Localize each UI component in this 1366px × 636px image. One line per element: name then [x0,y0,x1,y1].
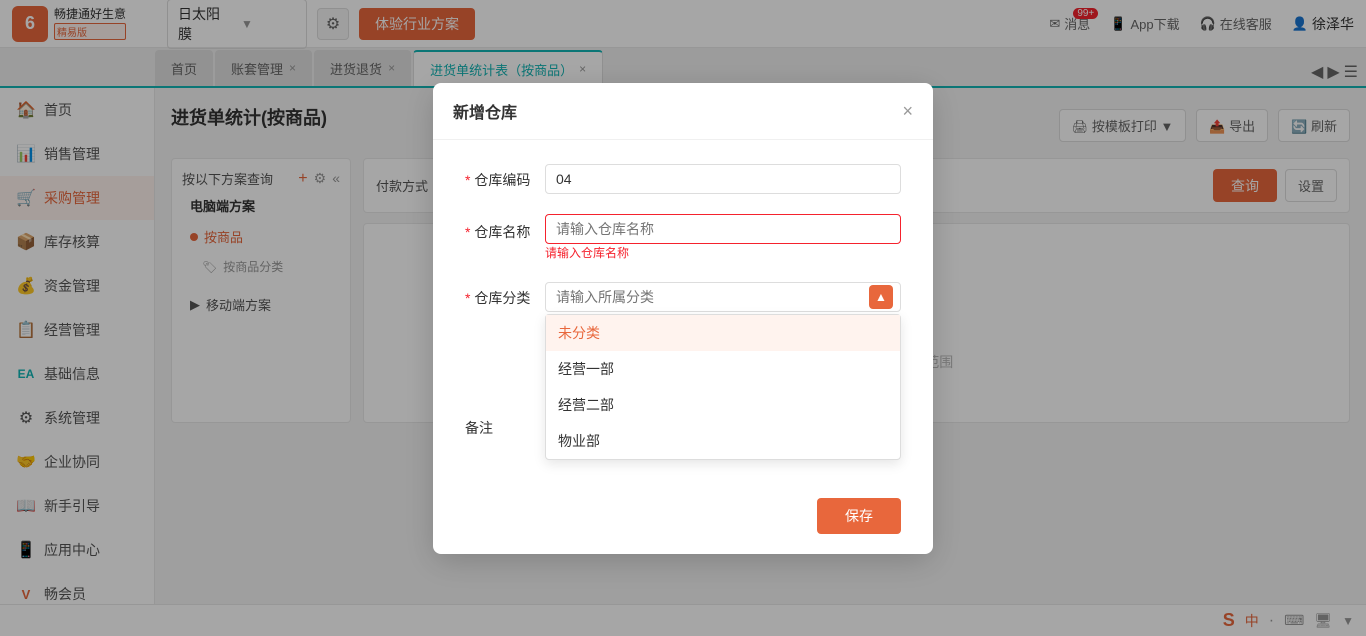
modal-footer: 保存 [433,486,933,554]
dropdown-item-3[interactable]: 物业部 [546,423,900,459]
modal-body: 仓库编码 仓库名称 请输入仓库名称 仓库分类 ▲ [433,140,933,486]
modal-overlay[interactable]: 新增仓库 × 仓库编码 仓库名称 请输入仓库名称 仓库分类 [0,0,1366,636]
name-input[interactable] [545,214,901,244]
dropdown-item-1[interactable]: 经营一部 [546,351,900,387]
category-label: 仓库分类 [465,282,545,308]
save-button[interactable]: 保存 [817,498,901,534]
category-arrow-btn[interactable]: ▲ [869,285,893,309]
note-label: 备注 [465,412,545,438]
code-field-row: 仓库编码 [465,164,901,194]
name-field-row: 仓库名称 请输入仓库名称 [465,214,901,262]
category-field-row: 仓库分类 ▲ 未分类 经营一部 经营二部 物业部 [465,282,901,312]
modal-header: 新增仓库 × [433,83,933,140]
modal-title: 新增仓库 [453,99,517,123]
new-warehouse-modal: 新增仓库 × 仓库编码 仓库名称 请输入仓库名称 仓库分类 [433,83,933,554]
category-select-wrap: ▲ 未分类 经营一部 经营二部 物业部 [545,282,901,312]
code-label: 仓库编码 [465,164,545,190]
name-label: 仓库名称 [465,216,545,242]
arrow-up-icon: ▲ [875,290,887,304]
modal-close-btn[interactable]: × [902,102,913,120]
dropdown-item-0[interactable]: 未分类 [546,315,900,351]
category-input[interactable] [545,282,901,312]
code-input[interactable] [545,164,901,194]
category-dropdown: 未分类 经营一部 经营二部 物业部 [545,314,901,460]
name-error-msg: 请输入仓库名称 [545,246,629,260]
dropdown-item-2[interactable]: 经营二部 [546,387,900,423]
